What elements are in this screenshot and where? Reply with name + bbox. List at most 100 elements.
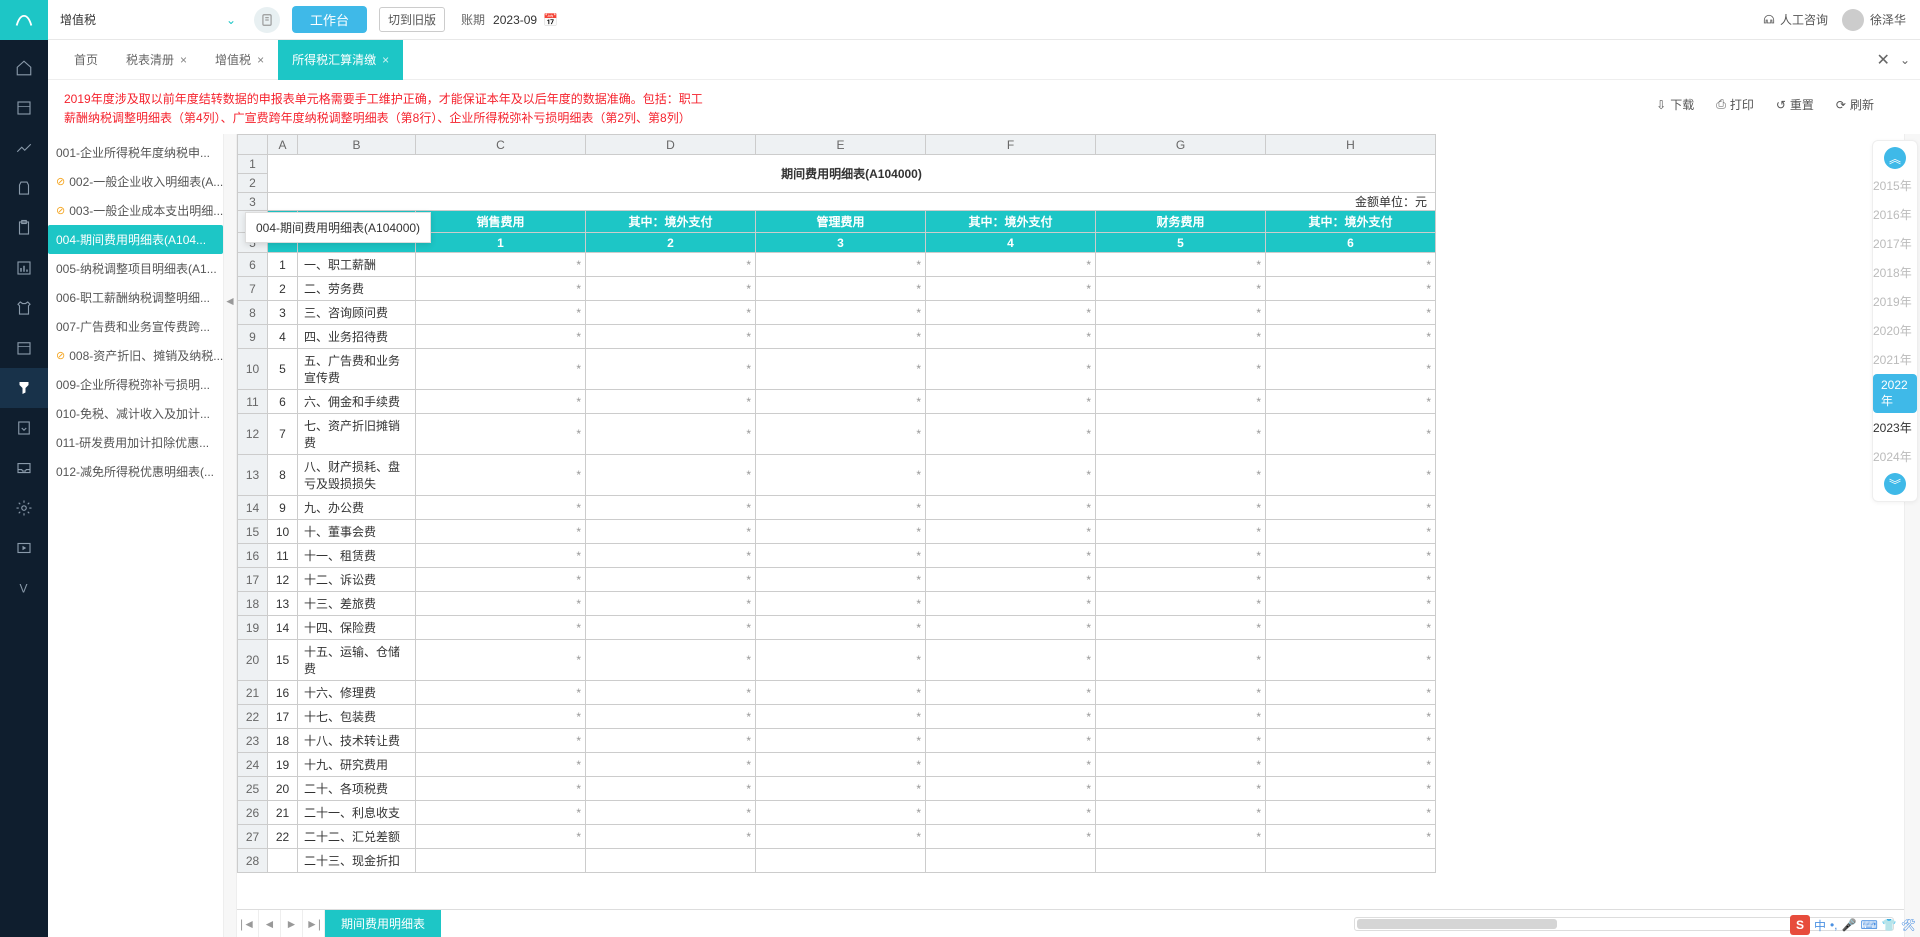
row-header[interactable]: 13 [238,455,268,496]
cell-label[interactable]: 五、广告费和业务宣传费 [298,349,416,390]
col-header[interactable]: C [416,135,586,155]
cell-label[interactable]: 三、咨询顾问费 [298,301,416,325]
reset-button[interactable]: ↺重置 [1776,96,1814,113]
cell-value[interactable]: * [926,777,1096,801]
cell-value[interactable]: * [926,729,1096,753]
cell-value[interactable]: * [416,455,586,496]
cell-value[interactable]: * [586,455,756,496]
tab[interactable]: 增值税× [201,40,278,80]
cell-value[interactable]: * [586,729,756,753]
cell-label[interactable]: 十七、包装费 [298,705,416,729]
cell-value[interactable]: * [1266,801,1436,825]
cell-value[interactable]: * [756,777,926,801]
cell-rownum[interactable]: 3 [268,301,298,325]
cell-value[interactable]: * [926,753,1096,777]
cell-value[interactable]: * [1096,325,1266,349]
form-list-item[interactable]: 011-研发费用加计扣除优惠... [48,428,223,457]
year-item[interactable]: 2017年 [1873,229,1917,258]
cell-rownum[interactable]: 9 [268,496,298,520]
cell-value[interactable]: * [586,616,756,640]
cell-value[interactable]: * [1096,455,1266,496]
cell-value[interactable]: * [1096,414,1266,455]
cell-value[interactable]: * [586,253,756,277]
close-icon[interactable]: × [382,53,389,67]
cell-value[interactable]: * [926,349,1096,390]
sheet-nav-last[interactable]: ►| [303,910,325,937]
cell-value[interactable]: * [416,801,586,825]
cell-value[interactable]: * [416,277,586,301]
cell-value[interactable]: * [416,414,586,455]
form-list-item[interactable]: ⊘003-一般企业成本支出明细... [48,196,223,225]
cell-value[interactable]: * [756,825,926,849]
cell-value[interactable]: * [586,496,756,520]
cell-value[interactable]: * [1266,414,1436,455]
cell-value[interactable]: * [1096,681,1266,705]
row-header[interactable]: 21 [238,681,268,705]
sheet-tab[interactable]: 期间费用明细表 [325,910,441,937]
cell-label[interactable]: 二十三、现金折扣 [298,849,416,873]
cell-value[interactable]: * [926,455,1096,496]
cell-value[interactable]: * [756,592,926,616]
form-list-item[interactable]: 009-企业所得税弥补亏损明... [48,370,223,399]
cell-rownum[interactable]: 17 [268,705,298,729]
form-list-item[interactable]: ⊘008-资产折旧、摊销及纳税... [48,341,223,370]
nav-settings[interactable] [0,488,48,528]
cell-rownum[interactable]: 14 [268,616,298,640]
cell-label[interactable]: 二十一、利息收支 [298,801,416,825]
cell-rownum[interactable]: 7 [268,414,298,455]
cell-value[interactable]: * [586,825,756,849]
ime-tool-icon[interactable]: 🛠 [1901,918,1916,932]
cell-value[interactable]: * [756,801,926,825]
cell-value[interactable]: * [1096,349,1266,390]
calendar-icon[interactable]: 📅 [543,13,558,27]
col-header[interactable]: E [756,135,926,155]
cell-value[interactable]: * [1266,616,1436,640]
cell-value[interactable]: * [926,414,1096,455]
cell-value[interactable]: * [416,753,586,777]
download-button[interactable]: ⇩下载 [1656,96,1694,113]
cell-value[interactable]: * [1266,349,1436,390]
org-selector[interactable]: 增值税 ⌄ [48,11,248,28]
cell-value[interactable]: * [416,390,586,414]
cell-value[interactable]: * [926,277,1096,301]
cell-rownum[interactable]: 13 [268,592,298,616]
cell-value[interactable]: * [926,825,1096,849]
cell-rownum[interactable]: 15 [268,640,298,681]
year-item[interactable]: 2020年 [1873,316,1917,345]
cell-value[interactable]: * [416,496,586,520]
cell-value[interactable] [416,849,586,873]
row-header[interactable]: 25 [238,777,268,801]
cell-value[interactable]: * [586,520,756,544]
row-header[interactable]: 22 [238,705,268,729]
form-list-item[interactable]: 012-减免所得税优惠明细表(... [48,457,223,486]
close-icon[interactable]: × [257,53,264,67]
cell-value[interactable]: * [756,616,926,640]
col-header[interactable]: F [926,135,1096,155]
cell-label[interactable]: 七、资产折旧摊销费 [298,414,416,455]
cell-value[interactable]: * [926,253,1096,277]
cell-value[interactable]: * [1266,777,1436,801]
row-header[interactable]: 16 [238,544,268,568]
row-header[interactable]: 12 [238,414,268,455]
row-header[interactable]: 27 [238,825,268,849]
cell-rownum[interactable]: 2 [268,277,298,301]
cell-value[interactable]: * [1096,592,1266,616]
cell-value[interactable]: * [926,640,1096,681]
cell-value[interactable]: * [1266,455,1436,496]
ime-lang[interactable]: 中 [1814,917,1826,934]
row-header[interactable]: 24 [238,753,268,777]
year-item[interactable]: 2015年 [1873,171,1917,200]
cell-value[interactable]: * [756,681,926,705]
form-list-item[interactable]: 006-职工薪酬纳税调整明细... [48,283,223,312]
cell-label[interactable]: 一、职工薪酬 [298,253,416,277]
nav-home[interactable] [0,48,48,88]
year-item[interactable]: 2021年 [1873,345,1917,374]
cell-label[interactable]: 十四、保险费 [298,616,416,640]
cell-rownum[interactable]: 1 [268,253,298,277]
cell-value[interactable]: * [1096,705,1266,729]
cell-value[interactable]: * [1096,616,1266,640]
spreadsheet[interactable]: A B C D E F G H 1 期间费用明细表(A104000) [237,134,1436,873]
cell-value[interactable]: * [1266,301,1436,325]
row-header[interactable]: 7 [238,277,268,301]
cell-rownum[interactable]: 11 [268,544,298,568]
